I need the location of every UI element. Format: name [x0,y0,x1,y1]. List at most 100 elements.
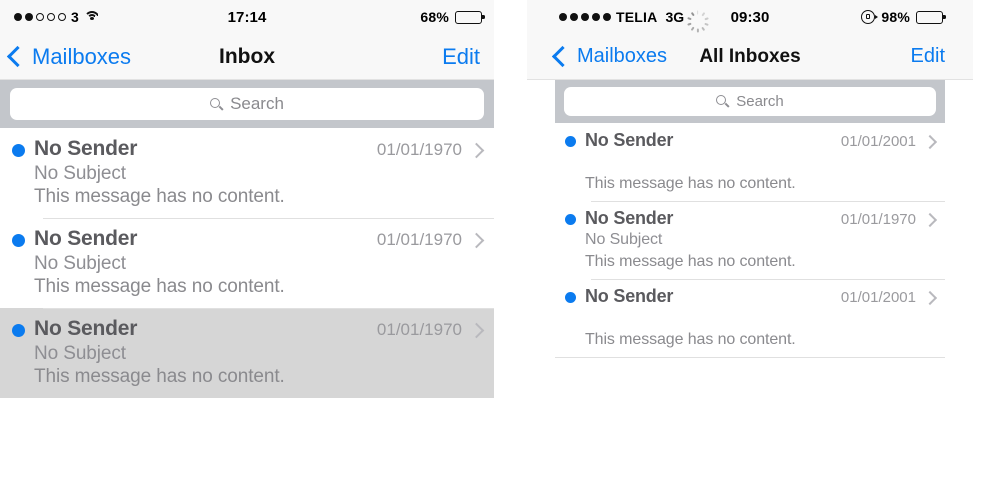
search-input[interactable]: Search [564,87,936,116]
chevron-right-icon [922,212,938,227]
status-bar-right: 98% [861,9,973,25]
signal-dot [58,13,66,21]
edit-button[interactable]: Edit [911,45,973,68]
chevron-left-icon [6,45,29,68]
mail-list-row[interactable]: No Sender 01/01/1970 No Subject This messag… [0,308,494,398]
signal-dot [581,13,589,21]
status-bar: TELIA 3G 09:30 98% [527,0,973,34]
mail-row-header: No Sender 01/01/1970 [34,137,485,161]
status-bar: 3 17:14 68% [0,0,494,34]
mail-row-meta: 01/01/1970 [367,320,485,340]
message-date: 01/01/2001 [840,133,916,150]
mail-list-row[interactable]: No Sender 01/01/1970 No Subject This messag… [0,218,494,308]
search-placeholder: Search [736,93,784,110]
back-to-mailboxes-button[interactable]: Mailboxes [0,44,131,70]
mail-app-panel-left: 3 17:14 68% Mailboxes Inbox Edit Search No Send… [0,0,494,500]
sender-name: No Sender [585,130,674,150]
mail-row-meta: 01/01/1970 [367,230,485,250]
back-button-label: Mailboxes [32,43,132,69]
chevron-right-icon [922,290,938,305]
signal-dot [47,13,55,21]
mail-row-header: No Sender 01/01/2001 [585,286,938,307]
unread-indicator-dot [565,136,576,147]
signal-dot [570,13,578,21]
battery-icon [916,10,946,24]
message-subject: No Subject [34,253,126,274]
signal-dot [14,13,22,21]
search-placeholder: Search [230,94,284,113]
chevron-right-icon [468,232,485,248]
status-bar-left: TELIA 3G [527,9,709,33]
wifi-icon [84,11,100,23]
mail-row-body: No Sender 01/01/1970 No Subject This messag… [585,208,938,271]
signal-dot [603,13,611,21]
message-preview: This message has no content. [585,253,796,270]
signal-dot [559,13,567,21]
sender-name: No Sender [34,137,138,160]
chevron-right-icon [468,142,485,158]
battery-icon [455,10,485,24]
message-subject: No Subject [34,343,126,364]
carrier-name: TELIA [616,9,658,25]
message-date: 01/01/2001 [840,289,916,306]
message-date: 01/01/1970 [376,230,462,249]
search-icon [210,97,223,111]
mail-list: No Sender 01/01/1970 No Subject This messag… [0,128,494,398]
message-preview: This message has no content. [585,331,796,348]
message-preview: This message has no content. [34,186,285,207]
message-preview: This message has no content. [34,276,285,297]
signal-strength-icon [14,13,66,21]
signal-dot [592,13,600,21]
mail-row-body: No Sender 01/01/1970 No Subject This messag… [34,227,485,298]
mail-list-bottom-edge [555,357,945,362]
message-preview: This message has no content. [34,366,285,387]
chevron-right-icon [468,322,485,338]
mail-row-meta: 01/01/1970 [831,211,938,228]
mail-row-body: No Sender 01/01/1970 No Subject This messag… [34,137,485,208]
mail-app-panel-right: TELIA 3G 09:30 98% Mailboxes All Inboxes Edit S… [527,0,973,500]
mail-list-row[interactable]: No Sender 01/01/1970 No Subject This messag… [0,128,494,218]
signal-strength-icon [559,13,611,21]
unread-indicator-dot [12,324,25,337]
search-input[interactable]: Search [10,88,484,120]
message-subject: No Subject [34,163,126,184]
back-to-mailboxes-button[interactable]: Mailboxes [527,45,667,68]
mail-row-body: No Sender 01/01/1970 No Subject This messag… [34,317,485,388]
search-icon [716,95,729,108]
unread-indicator-dot [565,214,576,225]
unread-indicator-dot [12,144,25,157]
status-bar-right: 68% [420,9,494,25]
spinner-icon [686,10,709,33]
message-date: 01/01/1970 [376,320,462,339]
battery-percent-label: 98% [881,9,910,25]
back-button-label: Mailboxes [577,45,668,67]
unread-indicator-dot [12,234,25,247]
mail-list: No Sender 01/01/2001 No Subject This messag… [555,123,945,357]
mail-list-row[interactable]: No Sender 01/01/1970 No Subject This messag… [555,201,945,279]
rotation-lock-icon [861,10,878,24]
unread-indicator-dot [565,292,576,303]
search-bar-container: Search [0,80,494,128]
mail-list-row[interactable]: No Sender01/01/2001No SubjectThis messag… [555,279,945,357]
search-bar-container: Search [555,80,945,123]
mail-list-row[interactable]: No Sender01/01/2001No SubjectThis messag… [555,123,945,201]
sender-name: No Sender [34,317,138,340]
chevron-left-icon [551,45,574,68]
message-preview: This message has no content. [585,175,796,192]
signal-dot [36,13,44,21]
mail-row-header: No Sender 01/01/1970 [34,317,485,341]
mail-row-body: No Sender01/01/2001No SubjectThis messag… [585,286,938,349]
navigation-bar: Mailboxes All Inboxes Edit [527,34,973,80]
navigation-bar: Mailboxes Inbox Edit [0,34,494,80]
message-subject: No Subject [585,231,663,248]
status-bar-left: 3 [0,9,100,25]
signal-dot [25,13,33,21]
carrier-name: 3 [71,9,79,25]
chevron-right-icon [922,134,938,149]
sender-name: No Sender [585,208,674,228]
sender-name: No Sender [34,227,138,250]
message-date: 01/01/1970 [840,211,916,228]
message-date: 01/01/1970 [376,140,462,159]
edit-button[interactable]: Edit [442,44,494,70]
mail-row-header: No Sender 01/01/1970 [34,227,485,251]
